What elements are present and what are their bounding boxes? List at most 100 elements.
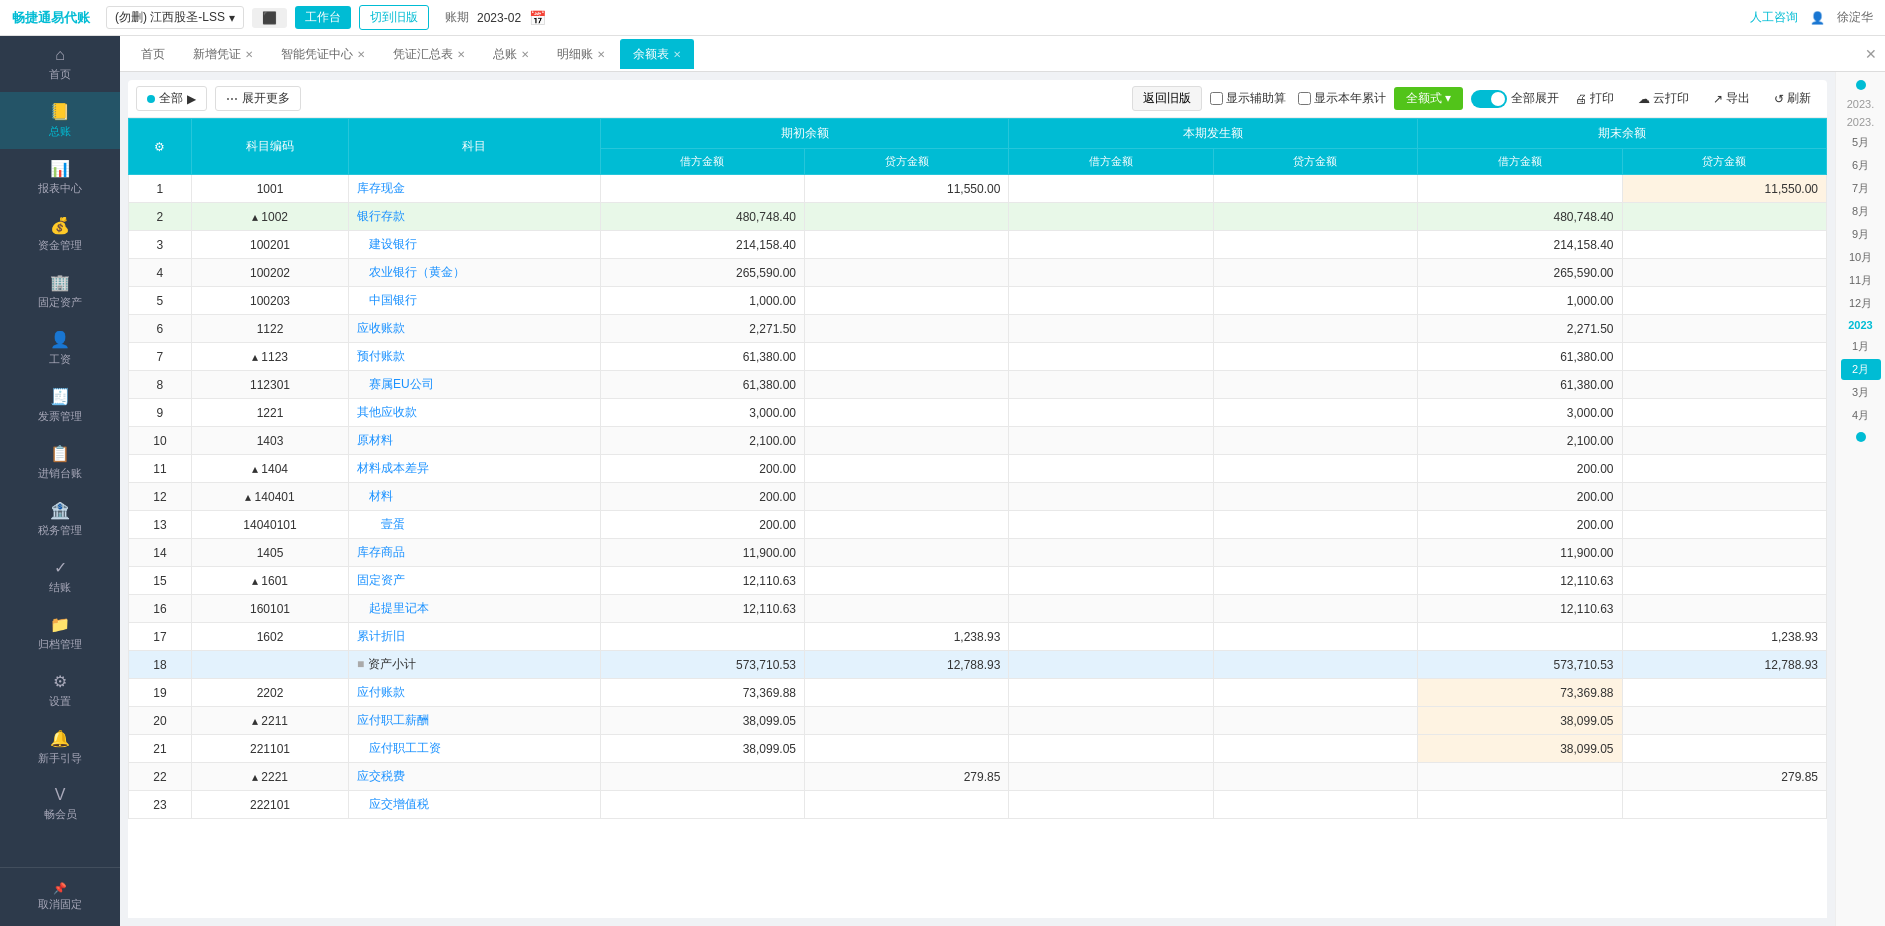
return-old-btn[interactable]: 返回旧版 bbox=[1132, 86, 1202, 111]
subject-link[interactable]: 应付职工工资 bbox=[369, 741, 441, 755]
sidebar-item-general-ledger[interactable]: 📒 总账 bbox=[0, 92, 120, 149]
tab-detail-close[interactable]: ✕ bbox=[597, 49, 605, 60]
row-subject[interactable]: 壹蛋 bbox=[349, 511, 601, 539]
row-subject[interactable]: 应收账款 bbox=[349, 315, 601, 343]
tab-smart-verify-close[interactable]: ✕ bbox=[357, 49, 365, 60]
sidebar-item-vip[interactable]: V 畅会员 bbox=[0, 776, 120, 832]
settings-icon[interactable]: ⚙ bbox=[154, 140, 165, 154]
row-subject[interactable]: 预付账款 bbox=[349, 343, 601, 371]
row-subject[interactable]: 应付账款 bbox=[349, 679, 601, 707]
row-subject[interactable]: 固定资产 bbox=[349, 567, 601, 595]
row-subject[interactable]: 银行存款 bbox=[349, 203, 601, 231]
subject-link[interactable]: 银行存款 bbox=[357, 209, 405, 223]
show-aux-checkbox[interactable]: 显示辅助算 bbox=[1210, 90, 1286, 107]
support-label[interactable]: 人工咨询 bbox=[1750, 9, 1798, 26]
sidebar-item-tax[interactable]: 🏦 税务管理 bbox=[0, 491, 120, 548]
calendar-icon[interactable]: 📅 bbox=[529, 10, 546, 26]
row-subject[interactable]: 中国银行 bbox=[349, 287, 601, 315]
sidebar-item-guide[interactable]: 🔔 新手引导 bbox=[0, 719, 120, 776]
row-subject[interactable]: 建设银行 bbox=[349, 231, 601, 259]
row-subject[interactable]: 应交税费 bbox=[349, 763, 601, 791]
show-year-checkbox[interactable]: 显示本年累计 bbox=[1298, 90, 1386, 107]
month-7[interactable]: 7月 bbox=[1841, 178, 1881, 199]
row-subject[interactable]: ■ 资产小计 bbox=[349, 651, 601, 679]
sidebar-item-settings[interactable]: ⚙ 设置 bbox=[0, 662, 120, 719]
aux-input[interactable] bbox=[1210, 92, 1223, 105]
workbench-btn[interactable]: 工作台 bbox=[295, 6, 351, 29]
row-subject[interactable]: 累计折旧 bbox=[349, 623, 601, 651]
subject-link[interactable]: 应付账款 bbox=[357, 685, 405, 699]
subject-link[interactable]: 原材料 bbox=[357, 433, 393, 447]
tab-smart-verify[interactable]: 智能凭证中心 ✕ bbox=[268, 39, 378, 69]
row-subject[interactable]: 库存商品 bbox=[349, 539, 601, 567]
subject-link[interactable]: 应收账款 bbox=[357, 321, 405, 335]
full-mode-btn[interactable]: 全额式 ▾ bbox=[1394, 87, 1463, 110]
export-btn[interactable]: ↗ 导出 bbox=[1705, 87, 1758, 110]
company-selector[interactable]: (勿删) 江西股圣-LSS ▾ bbox=[106, 6, 244, 29]
user-avatar[interactable]: 👤 bbox=[1810, 11, 1825, 25]
sidebar-item-home[interactable]: ⌂ 首页 bbox=[0, 36, 120, 92]
tab-balance[interactable]: 余额表 ✕ bbox=[620, 39, 694, 69]
window-close-btn[interactable]: ✕ bbox=[1865, 46, 1877, 62]
row-subject[interactable]: 赛属EU公司 bbox=[349, 371, 601, 399]
month-4[interactable]: 4月 bbox=[1841, 405, 1881, 426]
sidebar-item-payroll[interactable]: 👤 工资 bbox=[0, 320, 120, 377]
subject-link[interactable]: 壹蛋 bbox=[381, 517, 405, 531]
subject-link[interactable]: 预付账款 bbox=[357, 349, 405, 363]
row-subject[interactable]: 应付职工薪酬 bbox=[349, 707, 601, 735]
row-subject[interactable]: 应付职工工资 bbox=[349, 735, 601, 763]
switch-version-btn[interactable]: 切到旧版 bbox=[359, 5, 429, 30]
tab-voucher-summary[interactable]: 凭证汇总表 ✕ bbox=[380, 39, 478, 69]
col-settings[interactable]: ⚙ bbox=[129, 119, 192, 175]
month-3[interactable]: 3月 bbox=[1841, 382, 1881, 403]
month-2[interactable]: 2月 bbox=[1841, 359, 1881, 380]
row-subject[interactable]: 原材料 bbox=[349, 427, 601, 455]
month-5[interactable]: 5月 bbox=[1841, 132, 1881, 153]
row-subject[interactable]: 其他应收款 bbox=[349, 399, 601, 427]
cloud-print-btn[interactable]: ☁ 云打印 bbox=[1630, 87, 1697, 110]
sidebar-item-archive[interactable]: 📁 归档管理 bbox=[0, 605, 120, 662]
row-subject[interactable]: 应交增值税 bbox=[349, 791, 601, 819]
row-subject[interactable]: 材料 bbox=[349, 483, 601, 511]
month-1[interactable]: 1月 bbox=[1841, 336, 1881, 357]
sidebar-item-purchase[interactable]: 📋 进销台账 bbox=[0, 434, 120, 491]
expand-all-toggle[interactable]: 全部展开 bbox=[1471, 90, 1559, 108]
subject-link[interactable]: 材料 bbox=[369, 489, 393, 503]
subject-link[interactable]: 建设银行 bbox=[369, 237, 417, 251]
subject-link[interactable]: 累计折旧 bbox=[357, 629, 405, 643]
row-subject[interactable]: 材料成本差异 bbox=[349, 455, 601, 483]
subject-link[interactable]: 应交增值税 bbox=[369, 797, 429, 811]
subject-link[interactable]: 库存商品 bbox=[357, 545, 405, 559]
sidebar-item-fixed-assets[interactable]: 🏢 固定资产 bbox=[0, 263, 120, 320]
subject-link[interactable]: 农业银行（黄金） bbox=[369, 265, 465, 279]
expand-more-btn[interactable]: ⋯ 展开更多 bbox=[215, 86, 301, 111]
row-subject[interactable]: 农业银行（黄金） bbox=[349, 259, 601, 287]
subject-link[interactable]: 固定资产 bbox=[357, 573, 405, 587]
tab-home[interactable]: 首页 bbox=[128, 39, 178, 69]
month-10[interactable]: 10月 bbox=[1841, 247, 1881, 268]
sidebar-item-invoice[interactable]: 🧾 发票管理 bbox=[0, 377, 120, 434]
toggle-switch-control[interactable] bbox=[1471, 90, 1507, 108]
subject-link[interactable]: 库存现金 bbox=[357, 181, 405, 195]
tab-balance-close[interactable]: ✕ bbox=[673, 49, 681, 60]
subject-link[interactable]: 材料成本差异 bbox=[357, 461, 429, 475]
subject-link[interactable]: 应付职工薪酬 bbox=[357, 713, 429, 727]
row-subject[interactable]: 库存现金 bbox=[349, 175, 601, 203]
subject-link[interactable]: 其他应收款 bbox=[357, 405, 417, 419]
year-input[interactable] bbox=[1298, 92, 1311, 105]
copy-btn[interactable]: ⬛ bbox=[252, 8, 287, 28]
row-subject[interactable]: 起提里记本 bbox=[349, 595, 601, 623]
month-9[interactable]: 9月 bbox=[1841, 224, 1881, 245]
print-btn[interactable]: 🖨 打印 bbox=[1567, 87, 1622, 110]
subject-link[interactable]: 赛属EU公司 bbox=[369, 377, 434, 391]
subject-link[interactable]: 中国银行 bbox=[369, 293, 417, 307]
sidebar-item-checkout[interactable]: ✓ 结账 bbox=[0, 548, 120, 605]
tab-add-voucher[interactable]: 新增凭证 ✕ bbox=[180, 39, 266, 69]
tab-ledger[interactable]: 总账 ✕ bbox=[480, 39, 542, 69]
month-8[interactable]: 8月 bbox=[1841, 201, 1881, 222]
month-12[interactable]: 12月 bbox=[1841, 293, 1881, 314]
month-6[interactable]: 6月 bbox=[1841, 155, 1881, 176]
subject-link[interactable]: 应交税费 bbox=[357, 769, 405, 783]
tab-ledger-close[interactable]: ✕ bbox=[521, 49, 529, 60]
tab-add-voucher-close[interactable]: ✕ bbox=[245, 49, 253, 60]
